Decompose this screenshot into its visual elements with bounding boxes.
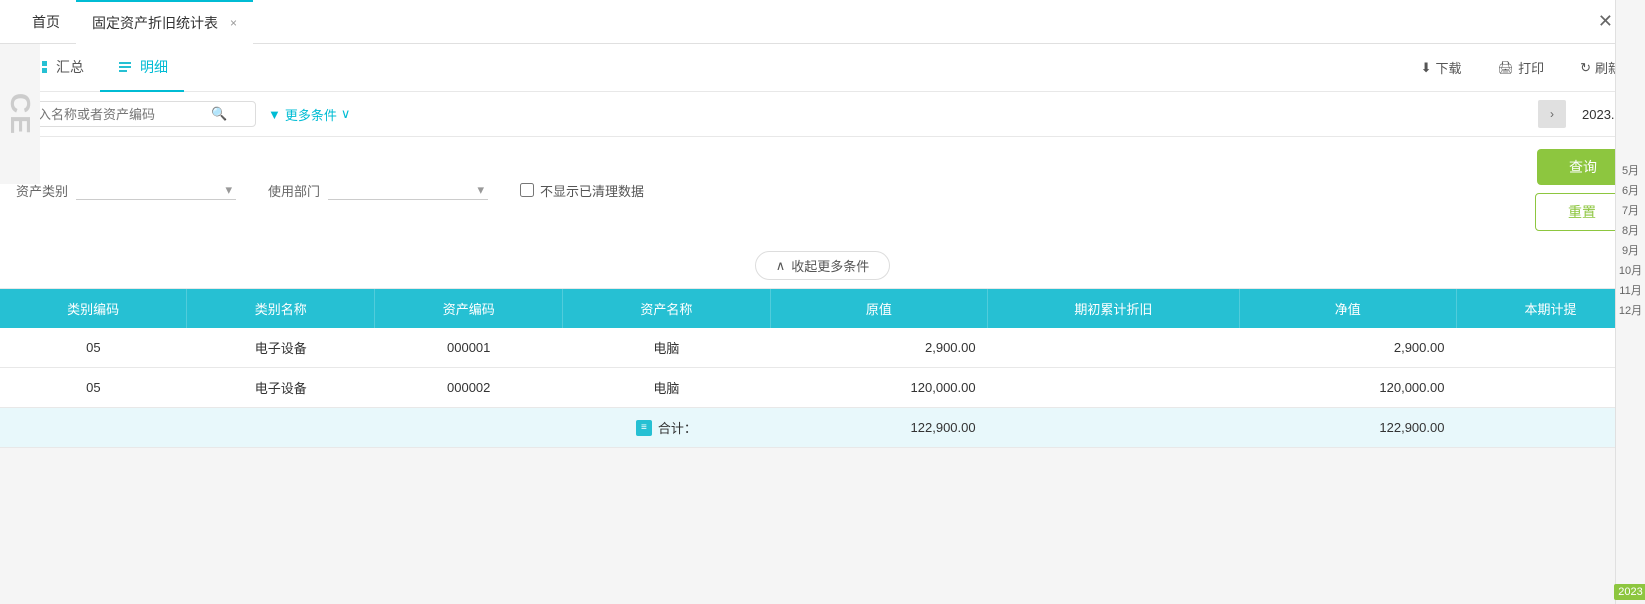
print-button[interactable]: 🖨 打印 bbox=[1490, 54, 1553, 81]
logo-area: CE bbox=[0, 44, 40, 184]
hide-cleared-checkbox[interactable] bbox=[520, 183, 534, 197]
table-row: 05 电子设备 000002 电脑 120,000.00 120,000.00 bbox=[0, 368, 1645, 408]
tab-detail[interactable]: 明细 bbox=[100, 44, 184, 92]
tab-close-icon[interactable]: × bbox=[230, 16, 237, 30]
logo-text: CE bbox=[4, 93, 36, 136]
cell-asset-code: 000001 bbox=[375, 328, 563, 368]
sidebar-month-item[interactable]: 5月 bbox=[1615, 160, 1645, 180]
more-filter-label: 更多条件 bbox=[285, 105, 337, 124]
tab-detail-label: 明细 bbox=[140, 57, 168, 77]
col-category-code: 类别编码 bbox=[0, 289, 187, 328]
cell-category-code: 05 bbox=[0, 368, 187, 408]
total-row: ≡ 合计： 122,900.00 122,900.00 bbox=[0, 408, 1645, 448]
filter-icon: ▼ bbox=[268, 107, 281, 122]
table-container: 类别编码 类别名称 资产编码 资产名称 原值 期初累计折旧 净值 本期计提 05… bbox=[0, 289, 1645, 448]
sidebar-month-item[interactable]: 11月 bbox=[1615, 280, 1645, 300]
arrow-right-icon: › bbox=[1550, 107, 1554, 121]
cell-asset-code: 000002 bbox=[375, 368, 563, 408]
right-sidebar: 5月6月7月8月9月10月11月12月 2023 bbox=[1615, 0, 1645, 604]
collapse-bar: ∧ 收起更多条件 bbox=[16, 243, 1629, 288]
year-badge[interactable]: 2023 bbox=[1614, 584, 1645, 600]
print-label: 打印 bbox=[1518, 58, 1544, 77]
chevron-down-icon: ∨ bbox=[341, 106, 351, 122]
sidebar-month-item[interactable]: 9月 bbox=[1615, 240, 1645, 260]
search-input-wrap: 🔍 bbox=[16, 101, 256, 127]
asset-category-select[interactable] bbox=[76, 180, 236, 200]
search-icon[interactable]: 🔍 bbox=[211, 106, 227, 122]
cell-net-value: 2,900.00 bbox=[1239, 328, 1456, 368]
filter-bar: 🔍 ▼ 更多条件 ∨ › 2023.01 bbox=[0, 92, 1645, 137]
hide-cleared-label[interactable]: 不显示已清理数据 bbox=[520, 181, 644, 200]
department-select[interactable] bbox=[328, 180, 488, 200]
collapse-button[interactable]: ∧ 收起更多条件 bbox=[755, 251, 891, 280]
filter-collapse-arrow[interactable]: › bbox=[1538, 100, 1566, 128]
sidebar-month-item[interactable]: 6月 bbox=[1615, 180, 1645, 200]
print-icon: 🖨 bbox=[1498, 60, 1515, 76]
asset-category-field: 资产类别 bbox=[16, 180, 236, 200]
toolbar: 汇总 明细 ⬇ 下载 🖨 打印 ↻ 刷新 bbox=[0, 44, 1645, 92]
active-tab-label: 固定资产折旧统计表 bbox=[92, 13, 218, 33]
col-accumulated-depreciation: 期初累计折旧 bbox=[988, 289, 1239, 328]
advanced-filter: 资产类别 使用部门 不显示已清理数据 查询 重置 ∧ bbox=[0, 137, 1645, 289]
active-tab[interactable]: 固定资产折旧统计表 × bbox=[76, 0, 253, 44]
cell-category-name: 电子设备 bbox=[187, 328, 375, 368]
cell-asset-name: 电脑 bbox=[563, 328, 771, 368]
refresh-icon: ↻ bbox=[1580, 60, 1591, 76]
data-table: 类别编码 类别名称 资产编码 资产名称 原值 期初累计折旧 净值 本期计提 05… bbox=[0, 289, 1645, 448]
sidebar-month-item[interactable]: 12月 bbox=[1615, 300, 1645, 320]
collapse-icon: ∧ bbox=[776, 258, 786, 274]
department-label: 使用部门 bbox=[268, 181, 320, 200]
total-accumulated-depreciation bbox=[988, 408, 1239, 448]
cell-original-value: 2,900.00 bbox=[770, 328, 987, 368]
more-filter-button[interactable]: ▼ 更多条件 ∨ bbox=[268, 105, 350, 124]
sidebar-month-item[interactable]: 10月 bbox=[1615, 260, 1645, 280]
asset-category-select-wrap bbox=[76, 180, 236, 200]
sidebar-month-item[interactable]: 8月 bbox=[1615, 220, 1645, 240]
total-label: ≡ 合计： bbox=[563, 408, 771, 448]
hide-cleared-text: 不显示已清理数据 bbox=[540, 181, 644, 200]
tab-summary-label: 汇总 bbox=[56, 57, 84, 77]
cell-category-code: 05 bbox=[0, 328, 187, 368]
filter-row: 资产类别 使用部门 不显示已清理数据 查询 重置 bbox=[16, 149, 1629, 243]
total-original-value: 122,900.00 bbox=[770, 408, 987, 448]
cell-accumulated-depreciation bbox=[988, 328, 1239, 368]
table-row: 05 电子设备 000001 电脑 2,900.00 2,900.00 bbox=[0, 328, 1645, 368]
cell-accumulated-depreciation bbox=[988, 368, 1239, 408]
col-original-value: 原值 bbox=[770, 289, 987, 328]
download-label: 下载 bbox=[1436, 58, 1462, 77]
sidebar-month-item[interactable]: 7月 bbox=[1615, 200, 1645, 220]
department-select-wrap bbox=[328, 180, 488, 200]
total-net-value: 122,900.00 bbox=[1239, 408, 1456, 448]
cell-category-name: 电子设备 bbox=[187, 368, 375, 408]
total-label-cell bbox=[0, 408, 563, 448]
department-field: 使用部门 bbox=[268, 180, 488, 200]
cell-asset-name: 电脑 bbox=[563, 368, 771, 408]
search-input[interactable] bbox=[25, 107, 205, 122]
detail-icon bbox=[116, 58, 134, 76]
cell-original-value: 120,000.00 bbox=[770, 368, 987, 408]
cell-net-value: 120,000.00 bbox=[1239, 368, 1456, 408]
home-nav-item[interactable]: 首页 bbox=[16, 0, 76, 44]
download-button[interactable]: ⬇ 下载 bbox=[1413, 54, 1470, 81]
download-icon: ⬇ bbox=[1421, 60, 1432, 76]
col-category-name: 类别名称 bbox=[187, 289, 375, 328]
table-header-row: 类别编码 类别名称 资产编码 资产名称 原值 期初累计折旧 净值 本期计提 bbox=[0, 289, 1645, 328]
col-asset-name: 资产名称 bbox=[563, 289, 771, 328]
top-nav: 首页 固定资产折旧统计表 × ✕ bbox=[0, 0, 1645, 44]
toolbar-actions: ⬇ 下载 🖨 打印 ↻ 刷新 bbox=[1413, 54, 1629, 81]
col-asset-code: 资产编码 bbox=[375, 289, 563, 328]
col-net-value: 净值 bbox=[1239, 289, 1456, 328]
collapse-label: 收起更多条件 bbox=[791, 256, 869, 275]
